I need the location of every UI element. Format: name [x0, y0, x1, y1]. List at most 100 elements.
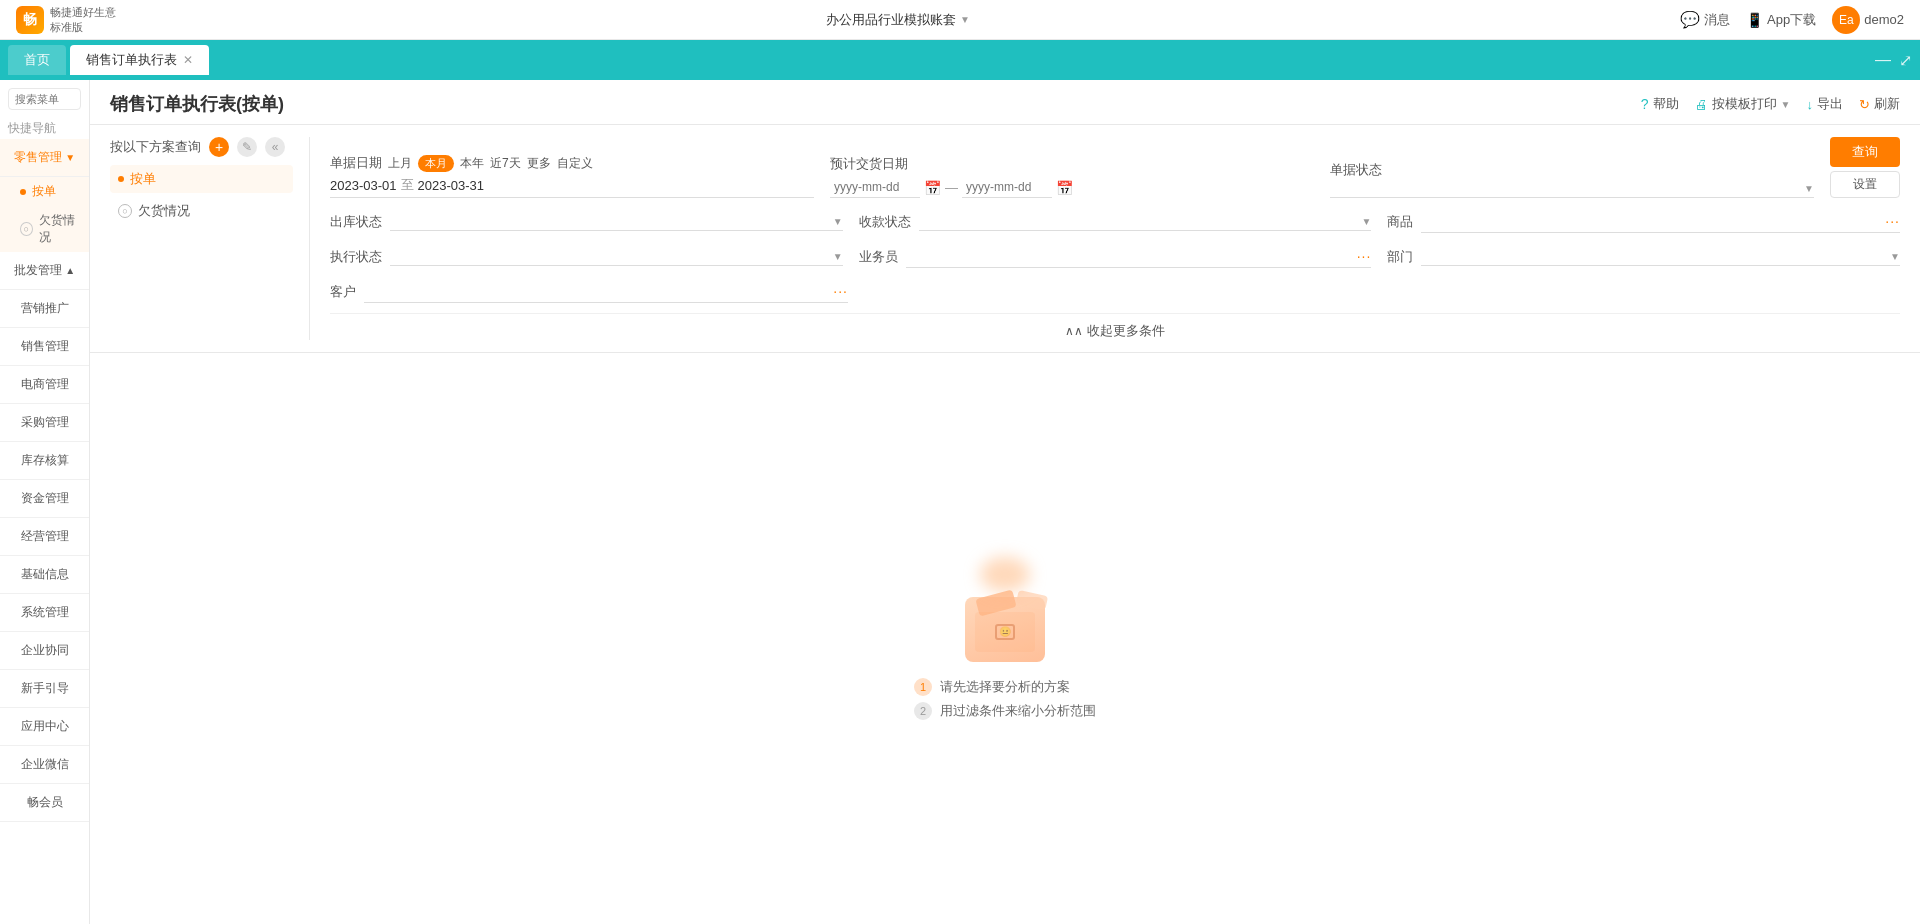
tab-home[interactable]: 首页	[8, 45, 66, 75]
collapse-scheme-btn[interactable]: «	[265, 137, 285, 157]
sidebar-subitem-press-order[interactable]: 按单	[0, 177, 89, 206]
search-btn[interactable]: 查询	[1830, 137, 1900, 167]
sidebar-item-purchase[interactable]: 采购管理	[0, 404, 89, 442]
sidebar: 快捷导航 零售管理 ▼ 按单 ○ 欠货情况 批发管理 ▲ 营销推广 销售管理 电	[0, 80, 90, 924]
collapse-btn[interactable]: ∧∧ 收起更多条件	[1065, 322, 1165, 340]
sidebar-item-inventory[interactable]: 库存核算	[0, 442, 89, 480]
app-download-btn[interactable]: 📱 App下载	[1746, 11, 1816, 29]
delivery-calendar-start-icon[interactable]: 📅	[924, 180, 941, 196]
box-face-icon: 😐	[999, 626, 1011, 637]
refresh-btn[interactable]: ↻ 刷新	[1859, 95, 1900, 113]
print-dropdown-icon[interactable]: ▼	[1781, 99, 1791, 110]
exec-status-select[interactable]: ▼	[390, 248, 843, 266]
print-btn[interactable]: 🖨 按模板打印 ▼	[1695, 95, 1791, 113]
empty-step1: 1 请先选择要分析的方案	[914, 678, 1096, 696]
dept-arrow: ▼	[1890, 251, 1900, 262]
add-scheme-btn[interactable]: +	[209, 137, 229, 157]
sidebar-item-ecommerce[interactable]: 电商管理	[0, 366, 89, 404]
empty-steps: 1 请先选择要分析的方案 2 用过滤条件来缩小分析范围	[914, 678, 1096, 726]
sidebar-item-new-guide[interactable]: 新手引导	[0, 670, 89, 708]
filter-area: 按以下方案查询 + ✎ « 按单 ○ 欠货情况	[90, 125, 1920, 353]
delivery-calendar-end-icon[interactable]: 📅	[1056, 180, 1073, 196]
receipt-status-select[interactable]: ▼	[919, 213, 1372, 231]
box-face-inner: 😐	[995, 624, 1015, 640]
goods-label: 商品	[1387, 213, 1413, 231]
sidebar-nav-title: 快捷导航	[0, 114, 89, 139]
page-header-actions: ? 帮助 🖨 按模板打印 ▼ ↓ 导出 ↻ 刷新	[1641, 95, 1900, 113]
print-icon: 🖨	[1695, 97, 1708, 112]
step2-num: 2	[914, 702, 932, 720]
tab-close-icon[interactable]: ✕	[183, 53, 193, 67]
sidebar-subitem-debt[interactable]: ○ 欠货情况	[0, 206, 89, 252]
delivery-end-input[interactable]	[962, 177, 1052, 198]
top-bar-right: 💬 消息 📱 App下载 Ea demo2	[1680, 6, 1904, 34]
filter-delivery-date-field: 预计交货日期 📅 — 📅	[830, 155, 1314, 198]
logo-area: 畅 畅捷通好生意 标准版	[16, 5, 116, 34]
industry-dropdown-icon[interactable]: ▼	[960, 14, 970, 25]
delivery-separator: —	[945, 180, 958, 195]
out-status-select[interactable]: ▼	[390, 213, 843, 231]
settings-btn[interactable]: 设置	[1830, 171, 1900, 198]
date-start-value: 2023-03-01	[330, 178, 397, 193]
sidebar-item-marketing[interactable]: 营销推广	[0, 290, 89, 328]
delivery-date-label: 预计交货日期	[830, 156, 908, 171]
sidebar-item-system[interactable]: 系统管理	[0, 594, 89, 632]
sidebar-item-corp-wechat[interactable]: 企业微信	[0, 746, 89, 784]
goods-more-icon[interactable]: ···	[1885, 213, 1900, 229]
sidebar-item-member[interactable]: 畅会员	[0, 784, 89, 822]
scheme-item-label: 按单	[130, 170, 156, 188]
date-pill-this-month[interactable]: 本月	[418, 155, 454, 172]
dept-select[interactable]: ▼	[1421, 248, 1900, 266]
box-glow	[980, 557, 1030, 592]
industry-selector[interactable]: 办公用品行业模拟账套 ▼	[748, 11, 1048, 29]
sidebar-item-app-center[interactable]: 应用中心	[0, 708, 89, 746]
table-area: 😐 1 请先选择要分析的方案 2 用过滤条件来缩小分析范围	[90, 353, 1920, 924]
sidebar-item-basic[interactable]: 基础信息	[0, 556, 89, 594]
order-status-label: 单据状态	[1330, 162, 1382, 177]
export-btn[interactable]: ↓ 导出	[1807, 95, 1844, 113]
date-pill-this-year[interactable]: 本年	[460, 155, 484, 172]
delivery-start-input[interactable]	[830, 177, 920, 198]
tab-bar-actions: — ⤢	[1875, 51, 1912, 70]
date-pill-custom[interactable]: 自定义	[557, 155, 593, 172]
message-icon: 💬	[1680, 10, 1700, 29]
user-profile[interactable]: Ea demo2	[1832, 6, 1904, 34]
filter-exec-status: 执行状态 ▼	[330, 245, 843, 268]
search-actions: 查询 设置	[1830, 137, 1900, 198]
industry-select-label[interactable]: 办公用品行业模拟账套	[826, 11, 956, 29]
customer-more-icon[interactable]: ···	[833, 283, 848, 299]
page-header: 销售订单执行表(按单) ? 帮助 🖨 按模板打印 ▼ ↓ 导出 ↻ 刷新	[90, 80, 1920, 125]
sidebar-item-corp-collab[interactable]: 企业协同	[0, 632, 89, 670]
salesperson-more-icon[interactable]: ···	[1357, 248, 1372, 264]
exec-status-label: 执行状态	[330, 248, 382, 266]
order-status-arrow: ▼	[1804, 183, 1814, 194]
message-btn[interactable]: 💬 消息	[1680, 10, 1730, 29]
sidebar-item-finance[interactable]: 资金管理	[0, 480, 89, 518]
sidebar-item-zero-retail[interactable]: 零售管理 ▼	[0, 139, 89, 177]
sidebar-sub-zero-retail: 按单 ○ 欠货情况	[0, 177, 89, 252]
tab-minimize-icon[interactable]: —	[1875, 51, 1891, 69]
filter-controls: 单据日期 上月 本月 本年 近7天 更多 自定义 2023-03-01 至	[310, 137, 1900, 340]
scheme-item-by-single[interactable]: 按单	[110, 165, 293, 193]
edit-scheme-btn[interactable]: ✎	[237, 137, 257, 157]
logo-text: 畅捷通好生意 标准版	[50, 5, 116, 34]
filter-scheme-title: 按以下方案查询	[110, 138, 201, 156]
logo-icon: 畅	[16, 6, 44, 34]
sidebar-item-sales[interactable]: 销售管理	[0, 328, 89, 366]
scheme-item-debt[interactable]: ○ 欠货情况	[110, 197, 293, 225]
order-status-select[interactable]: ▼	[1330, 183, 1814, 198]
sidebar-item-wholesale[interactable]: 批发管理 ▲	[0, 252, 89, 290]
out-status-arrow: ▼	[833, 216, 843, 227]
date-pill-more[interactable]: 更多	[527, 155, 551, 172]
top-bar: 畅 畅捷通好生意 标准版 办公用品行业模拟账套 ▼ 💬 消息 📱 App下载 E…	[0, 0, 1920, 40]
expand-icon: ▼	[65, 152, 75, 163]
tab-expand-icon[interactable]: ⤢	[1899, 51, 1912, 70]
search-input[interactable]	[8, 88, 81, 110]
tab-sales-exec[interactable]: 销售订单执行表 ✕	[70, 45, 209, 75]
date-pill-7days[interactable]: 近7天	[490, 155, 521, 172]
help-btn[interactable]: ? 帮助	[1641, 95, 1679, 113]
filter-row2: 出库状态 ▼ 收款状态 ▼	[330, 210, 1900, 233]
date-pill-prev-month[interactable]: 上月	[388, 155, 412, 172]
filter-layout: 按以下方案查询 + ✎ « 按单 ○ 欠货情况	[110, 137, 1900, 340]
sidebar-item-operations[interactable]: 经营管理	[0, 518, 89, 556]
